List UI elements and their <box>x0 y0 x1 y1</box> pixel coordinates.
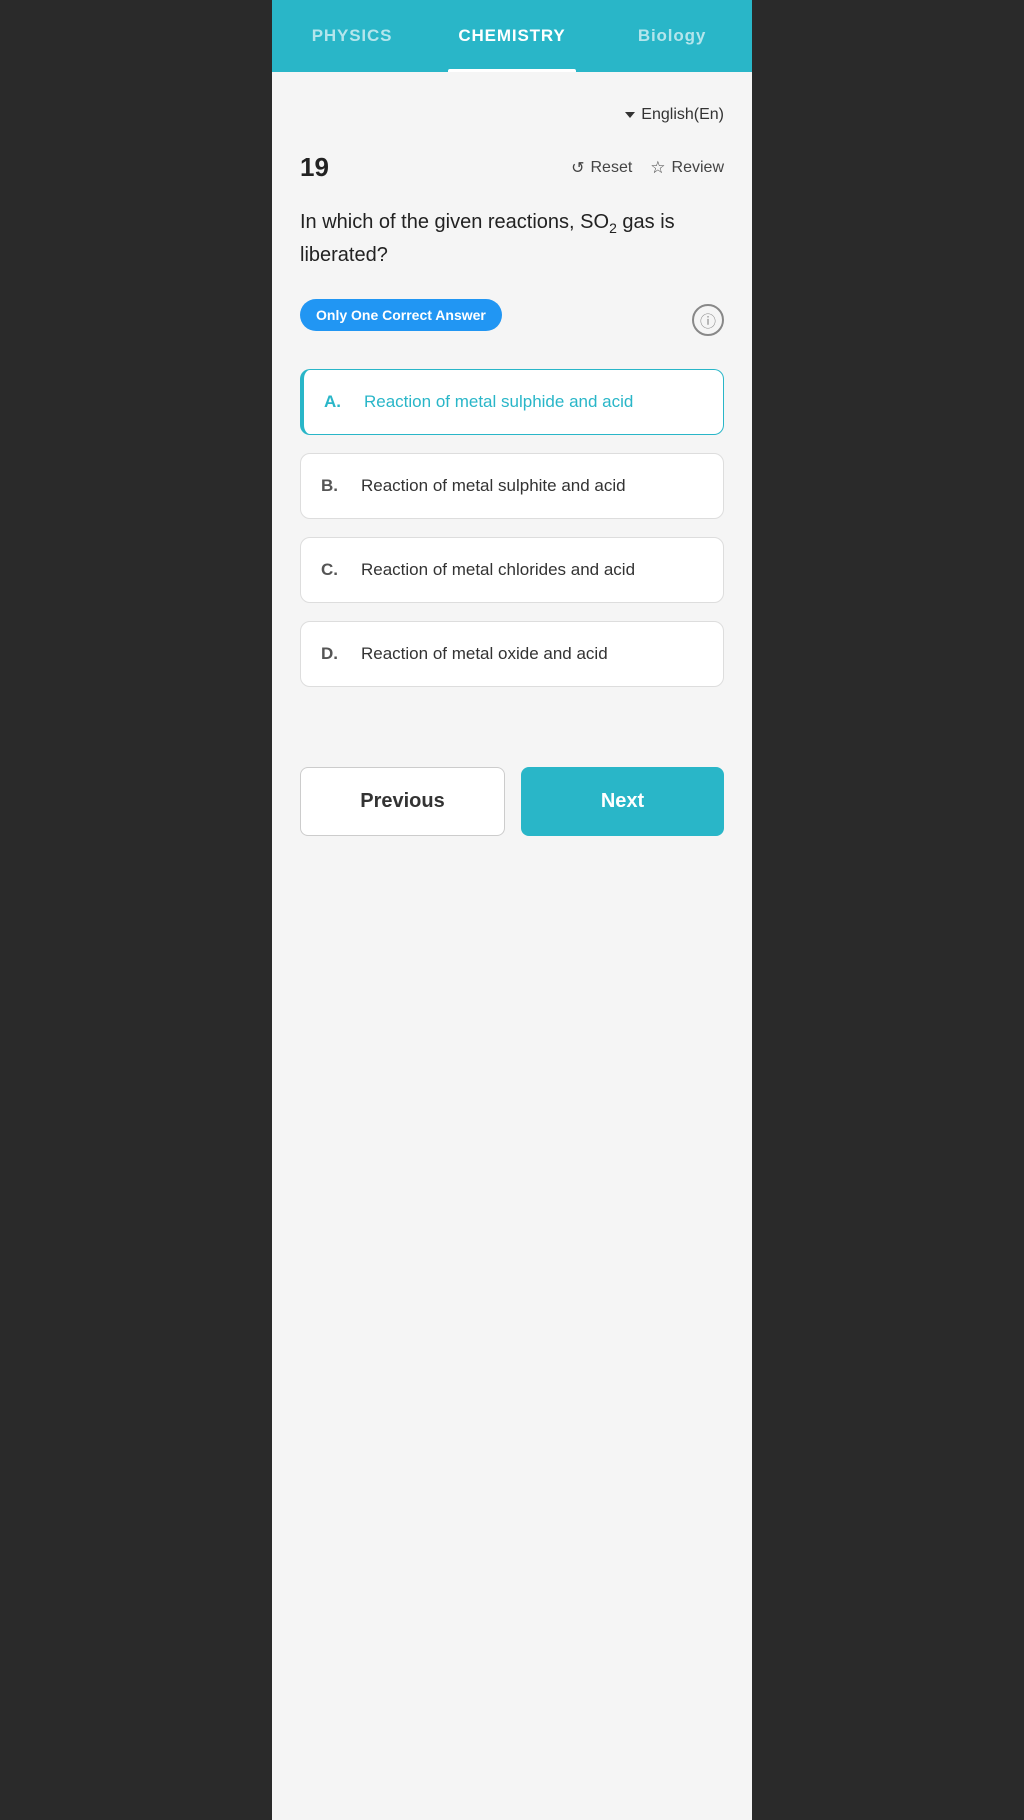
option-a-label: A. <box>324 392 348 412</box>
info-button[interactable]: ⓘ <box>692 304 724 336</box>
language-label: English(En) <box>641 106 724 124</box>
next-label: Next <box>601 790 644 812</box>
option-b-text: Reaction of metal sulphite and acid <box>361 476 626 496</box>
answer-type-badge: Only One Correct Answer <box>300 299 502 331</box>
option-b-label: B. <box>321 476 345 496</box>
star-icon: ☆ <box>650 158 665 178</box>
option-a[interactable]: A. Reaction of metal sulphide and acid <box>300 369 724 435</box>
phone-container: PHYSICS CHEMISTRY Biology English(En) 19… <box>272 0 752 1820</box>
option-c[interactable]: C. Reaction of metal chlorides and acid <box>300 537 724 603</box>
options-list: A. Reaction of metal sulphide and acid B… <box>300 369 724 687</box>
option-d-text: Reaction of metal oxide and acid <box>361 644 608 664</box>
question-actions: ↺ Reset ☆ Review <box>571 158 724 178</box>
question-header: 19 ↺ Reset ☆ Review <box>300 152 724 183</box>
tab-biology[interactable]: Biology <box>592 0 752 72</box>
tab-physics[interactable]: PHYSICS <box>272 0 432 72</box>
question-subscript: 2 <box>609 220 617 236</box>
question-number: 19 <box>300 152 329 183</box>
question-text: In which of the given reactions, SO2 gas… <box>300 207 724 271</box>
reset-label: Reset <box>590 159 632 177</box>
content-area: English(En) 19 ↺ Reset ☆ Review In which… <box>272 72 752 747</box>
review-label: Review <box>672 159 724 177</box>
tab-physics-label: PHYSICS <box>312 26 393 46</box>
review-button[interactable]: ☆ Review <box>650 158 724 178</box>
option-c-label: C. <box>321 560 345 580</box>
language-selector: English(En) <box>300 106 724 124</box>
tab-biology-label: Biology <box>638 26 706 46</box>
answer-type-row: Only One Correct Answer ⓘ <box>300 299 724 341</box>
reset-icon: ↺ <box>571 158 584 178</box>
previous-button[interactable]: Previous <box>300 767 505 836</box>
option-d-label: D. <box>321 644 345 664</box>
question-text-part1: In which of the given reactions, SO <box>300 211 609 233</box>
tab-bar: PHYSICS CHEMISTRY Biology <box>272 0 752 72</box>
tab-chemistry[interactable]: CHEMISTRY <box>432 0 592 72</box>
chevron-down-icon <box>625 112 635 118</box>
option-d[interactable]: D. Reaction of metal oxide and acid <box>300 621 724 687</box>
reset-button[interactable]: ↺ Reset <box>571 158 632 178</box>
option-a-text: Reaction of metal sulphide and acid <box>364 392 633 412</box>
tab-chemistry-label: CHEMISTRY <box>458 26 565 46</box>
option-b[interactable]: B. Reaction of metal sulphite and acid <box>300 453 724 519</box>
option-c-text: Reaction of metal chlorides and acid <box>361 560 635 580</box>
language-button[interactable]: English(En) <box>625 106 724 124</box>
previous-label: Previous <box>360 790 444 812</box>
next-button[interactable]: Next <box>521 767 724 836</box>
bottom-nav: Previous Next <box>272 747 752 876</box>
